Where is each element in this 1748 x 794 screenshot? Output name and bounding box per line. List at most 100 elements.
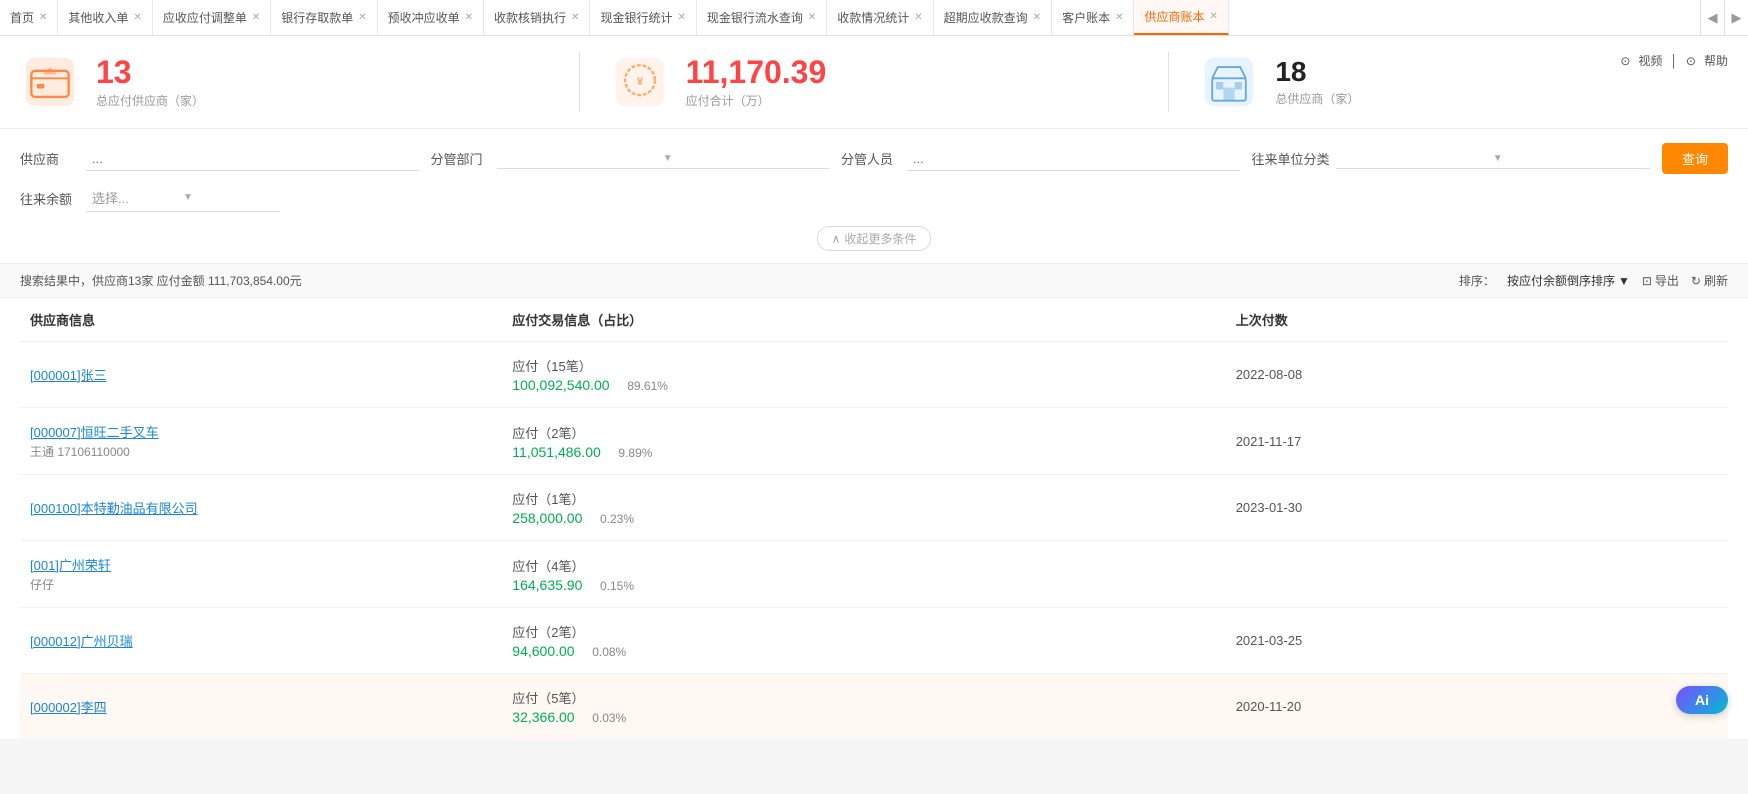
refresh-icon: ↻ [1691, 274, 1701, 288]
filter-row-2: 往来余额 选择... ▼ [20, 184, 1728, 212]
tx-cell-0: 应付（15笔） 100,092,540.00 89.61% [512, 356, 1235, 393]
tx-amount-row-4: 94,600.00 0.08% [512, 643, 1235, 659]
nav-tab-prepay-close[interactable]: ✕ [465, 12, 473, 23]
supplier-link-4[interactable]: [000012]广州贝瑞 [30, 634, 133, 649]
nav-tab-cash-flow-close[interactable]: ✕ [808, 12, 816, 23]
nav-next-button[interactable]: ▶ [1724, 0, 1748, 36]
nav-tab-overdue-close[interactable]: ✕ [1033, 12, 1041, 23]
video-link[interactable]: 视频 [1638, 52, 1662, 69]
ai-badge[interactable]: Ai [1676, 686, 1728, 714]
tx-cell-4: 应付（2笔） 94,600.00 0.08% [512, 622, 1235, 659]
stat-divider-1 [579, 52, 580, 112]
supplier-cell-1: [000007]恒旺二手叉车 王通 17106110000 [30, 422, 512, 460]
category-filter-select[interactable]: ▼ [1336, 149, 1650, 169]
filter-item-person: 分管人员 [841, 147, 1240, 171]
nav-tab-overdue[interactable]: 超期应收款查询 ✕ [934, 0, 1052, 35]
supplier-filter-input[interactable] [86, 147, 419, 171]
nav-tab-income-label: 其他收入单 [68, 9, 128, 26]
last-pay-0: 2022-08-08 [1236, 367, 1718, 382]
last-pay-2: 2023-01-30 [1236, 500, 1718, 515]
supplier-cell-5: [000002]李四 [30, 697, 512, 716]
supplier-cell-2: [000100]本特勤油品有限公司 [30, 498, 512, 517]
collapse-button[interactable]: ∧ 收起更多条件 [817, 226, 932, 251]
tx-amount-3: 164,635.90 [512, 577, 582, 593]
results-bar: 搜索结果中，供应商13家 应付金额 111,703,854.00元 排序： 按应… [0, 264, 1748, 298]
nav-tab-supplier-close[interactable]: ✕ [1209, 11, 1217, 22]
nav-prev-button[interactable]: ◀ [1700, 0, 1724, 36]
export-button[interactable]: ⊡ 导出 [1642, 272, 1679, 289]
table-row: [000002]李四 应付（5笔） 32,366.00 0.03% 2020-1… [20, 674, 1728, 739]
refresh-button[interactable]: ↻ 刷新 [1691, 272, 1728, 289]
last-pay-4: 2021-03-25 [1236, 633, 1718, 648]
filter-item-dept: 分管部门 ▼ [431, 149, 830, 169]
video-icon: ⊙ [1620, 54, 1630, 68]
tx-amount-4: 94,600.00 [512, 643, 574, 659]
filter-area: 供应商 分管部门 ▼ 分管人员 往来单位分类 ▼ 查询 往来 [0, 129, 1748, 264]
balance-filter-label: 往来余额 [20, 189, 80, 208]
supplier-link-0[interactable]: [000001]张三 [30, 368, 107, 383]
supplier-link-3[interactable]: [001]广州荣轩 [30, 558, 111, 573]
nav-tab-income[interactable]: 其他收入单 ✕ [58, 0, 152, 35]
dept-filter-select[interactable]: ▼ [497, 149, 830, 169]
collapse-bar: ∧ 收起更多条件 [20, 222, 1728, 253]
tx-pct-5: 0.03% [592, 711, 626, 725]
tx-pct-3: 0.15% [600, 579, 634, 593]
supplier-link-5[interactable]: [000002]李四 [30, 700, 107, 715]
tx-amount-row-3: 164,635.90 0.15% [512, 577, 1235, 593]
nav-tab-prepay[interactable]: 预收冲应收单 ✕ [378, 0, 484, 35]
category-filter-label: 往来单位分类 [1252, 149, 1330, 168]
nav-tab-home[interactable]: 首页 ✕ [0, 0, 58, 35]
table-row: [000007]恒旺二手叉车 王通 17106110000 应付（2笔） 11,… [20, 408, 1728, 475]
nav-tab-adjust[interactable]: 应收应付调整单 ✕ [153, 0, 271, 35]
stat-text-2: 11,170.39 应付合计（万） [686, 55, 827, 109]
stat-block-1: 13 总应付供应商（家） [20, 52, 549, 112]
sort-select[interactable]: 按应付余额倒序排序 ▼ [1507, 272, 1630, 289]
help-link[interactable]: 帮助 [1704, 52, 1728, 69]
stat-number-2: 11,170.39 [686, 55, 827, 90]
nav-tab-cash-stat[interactable]: 现金银行统计 ✕ [590, 0, 696, 35]
results-right: 排序： 按应付余额倒序排序 ▼ ⊡ 导出 ↻ 刷新 [1459, 272, 1728, 289]
nav-tab-bank[interactable]: 银行存取款单 ✕ [271, 0, 377, 35]
top-nav: 首页 ✕ 其他收入单 ✕ 应收应付调整单 ✕ 银行存取款单 ✕ 预收冲应收单 ✕… [0, 0, 1748, 36]
dept-chevron-icon: ▼ [663, 153, 823, 164]
person-filter-label: 分管人员 [841, 149, 901, 168]
col-header-lastpay: 上次付数 [1236, 310, 1718, 329]
sort-value: 按应付余额倒序排序 [1507, 272, 1615, 289]
category-chevron-icon: ▼ [1493, 153, 1644, 164]
nav-tab-bank-close[interactable]: ✕ [358, 12, 366, 23]
nav-tab-cash-stat-label: 现金银行统计 [600, 9, 672, 26]
nav-tab-collection-close[interactable]: ✕ [571, 12, 579, 23]
nav-tab-home-close[interactable]: ✕ [39, 12, 47, 23]
supplier-sub-1: 王通 17106110000 [30, 443, 512, 460]
filter-item-balance: 往来余额 选择... ▼ [20, 184, 280, 212]
tx-label-5: 应付（5笔） [512, 688, 1235, 707]
tx-cell-1: 应付（2笔） 11,051,486.00 9.89% [512, 423, 1235, 460]
tx-label-3: 应付（4笔） [512, 556, 1235, 575]
nav-tab-collection[interactable]: 收款核销执行 ✕ [484, 0, 590, 35]
nav-tab-cash-stat-close[interactable]: ✕ [677, 12, 685, 23]
nav-tab-rcv-stat-close[interactable]: ✕ [914, 12, 922, 23]
tx-amount-5: 32,366.00 [512, 709, 574, 725]
search-button[interactable]: 查询 [1662, 143, 1728, 174]
nav-tab-customer-close[interactable]: ✕ [1115, 12, 1123, 23]
supplier-cell-0: [000001]张三 [30, 365, 512, 384]
last-pay-1: 2021-11-17 [1236, 434, 1718, 449]
tx-amount-row-5: 32,366.00 0.03% [512, 709, 1235, 725]
person-filter-input[interactable] [907, 147, 1240, 171]
nav-tab-customer[interactable]: 客户账本 ✕ [1052, 0, 1134, 35]
collapse-icon: ∧ [832, 232, 841, 246]
supplier-link-2[interactable]: [000100]本特勤油品有限公司 [30, 501, 198, 516]
balance-filter-select[interactable]: 选择... ▼ [86, 184, 280, 212]
nav-tab-income-close[interactable]: ✕ [133, 12, 141, 23]
supplier-link-1[interactable]: [000007]恒旺二手叉车 [30, 425, 159, 440]
nav-tab-supplier[interactable]: 供应商账本 ✕ [1134, 0, 1228, 35]
nav-tab-adjust-close[interactable]: ✕ [252, 12, 260, 23]
nav-tab-cash-flow[interactable]: 现金银行流水查询 ✕ [697, 0, 827, 35]
col-header-tx: 应付交易信息（占比） [512, 310, 1235, 329]
sort-label: 排序： [1459, 272, 1495, 289]
sort-chevron-icon: ▼ [1618, 274, 1630, 288]
nav-tab-rcv-stat[interactable]: 收款情况统计 ✕ [827, 0, 933, 35]
filter-row-1: 供应商 分管部门 ▼ 分管人员 往来单位分类 ▼ 查询 [20, 143, 1728, 174]
supplier-pay-icon [20, 52, 80, 112]
nav-tab-cash-flow-label: 现金银行流水查询 [707, 9, 803, 26]
